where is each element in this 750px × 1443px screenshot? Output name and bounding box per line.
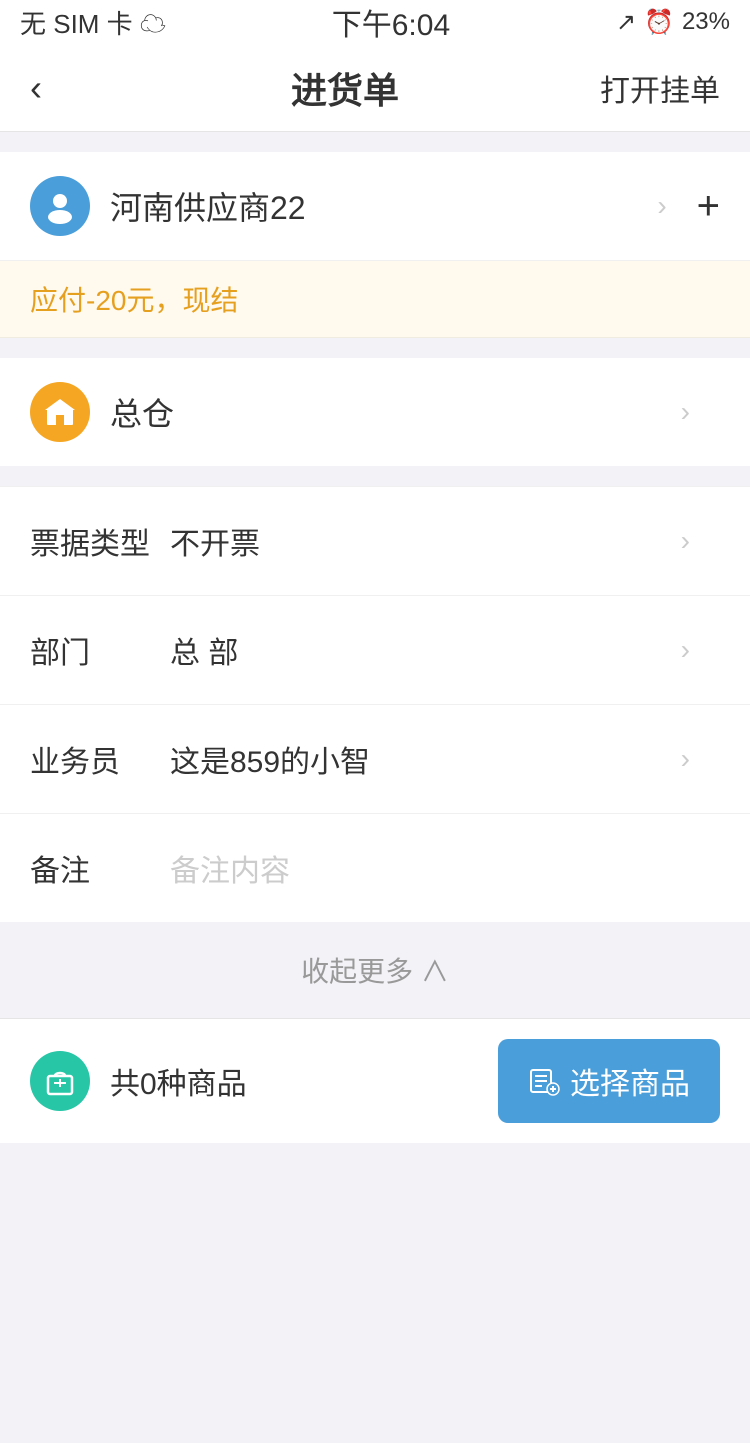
invoice-type-label: 票据类型 [30,519,170,563]
bottom-space [0,1143,750,1443]
status-alarm-icon: ⏰ [644,8,674,37]
page-title: 进货单 [291,62,399,114]
department-label: 部门 [30,628,170,672]
status-carrier: 无 SIM 卡 ☁ [20,4,166,41]
supplier-card: 河南供应商22 › + 应付-20元，现结 [0,152,750,338]
salesperson-row[interactable]: 业务员 这是859的小智 › [0,704,750,813]
bottom-bar: 共0种商品 选择商品 [0,1018,750,1143]
warehouse-icon [43,395,77,429]
department-value: 总 部 [170,628,681,672]
warehouse-card: 总仓 › [0,358,750,466]
select-product-icon [528,1065,560,1097]
section-gap-2 [0,338,750,358]
shopping-bag-icon [43,1064,77,1098]
invoice-type-chevron-icon: › [681,525,690,557]
back-button[interactable]: ‹ [30,67,90,109]
select-product-label: 选择商品 [570,1059,690,1103]
collapse-row[interactable]: 收起更多 ∧ [0,922,750,1018]
invoice-type-row[interactable]: 票据类型 不开票 › [0,486,750,595]
warehouse-icon-wrap [30,382,90,442]
notice-bar: 应付-20元，现结 [0,261,750,338]
section-gap-1 [0,132,750,152]
select-product-button[interactable]: 选择商品 [498,1039,720,1123]
supplier-avatar [30,176,90,236]
product-count-wrap: 共0种商品 [30,1051,247,1111]
status-location-icon: ↗ [616,8,636,37]
invoice-type-value: 不开票 [170,519,681,563]
department-row[interactable]: 部门 总 部 › [0,595,750,704]
form-card: 票据类型 不开票 › 部门 总 部 › 业务员 这是859的小智 › 备注 备注… [0,486,750,922]
warehouse-chevron-icon: › [681,396,690,428]
person-icon [42,188,78,224]
section-gap-3 [0,466,750,486]
supplier-name: 河南供应商22 [110,183,657,229]
salesperson-chevron-icon: › [681,743,690,775]
remark-row[interactable]: 备注 备注内容 [0,813,750,922]
supplier-row[interactable]: 河南供应商22 › + [0,152,750,261]
status-right-group: ↗ ⏰ 23% [616,8,730,37]
remark-label: 备注 [30,846,170,890]
product-count-text: 共0种商品 [110,1059,247,1103]
salesperson-value: 这是859的小智 [170,737,681,781]
department-chevron-icon: › [681,634,690,666]
status-bar: 无 SIM 卡 ☁ 下午6:04 ↗ ⏰ 23% [0,0,750,44]
notice-text: 应付-20元，现结 [30,285,238,316]
product-icon-wrap [30,1051,90,1111]
nav-bar: ‹ 进货单 打开挂单 [0,44,750,132]
remark-value: 备注内容 [170,846,720,890]
warehouse-row[interactable]: 总仓 › [0,358,750,466]
add-button[interactable]: + [697,184,720,229]
open-hang-order-button[interactable]: 打开挂单 [600,66,720,110]
salesperson-label: 业务员 [30,737,170,781]
status-time: 下午6:04 [332,0,450,44]
supplier-chevron-icon: › [657,190,666,222]
status-battery: 23% [682,8,730,36]
collapse-text: 收起更多 ∧ [301,950,449,990]
warehouse-name: 总仓 [110,389,681,435]
